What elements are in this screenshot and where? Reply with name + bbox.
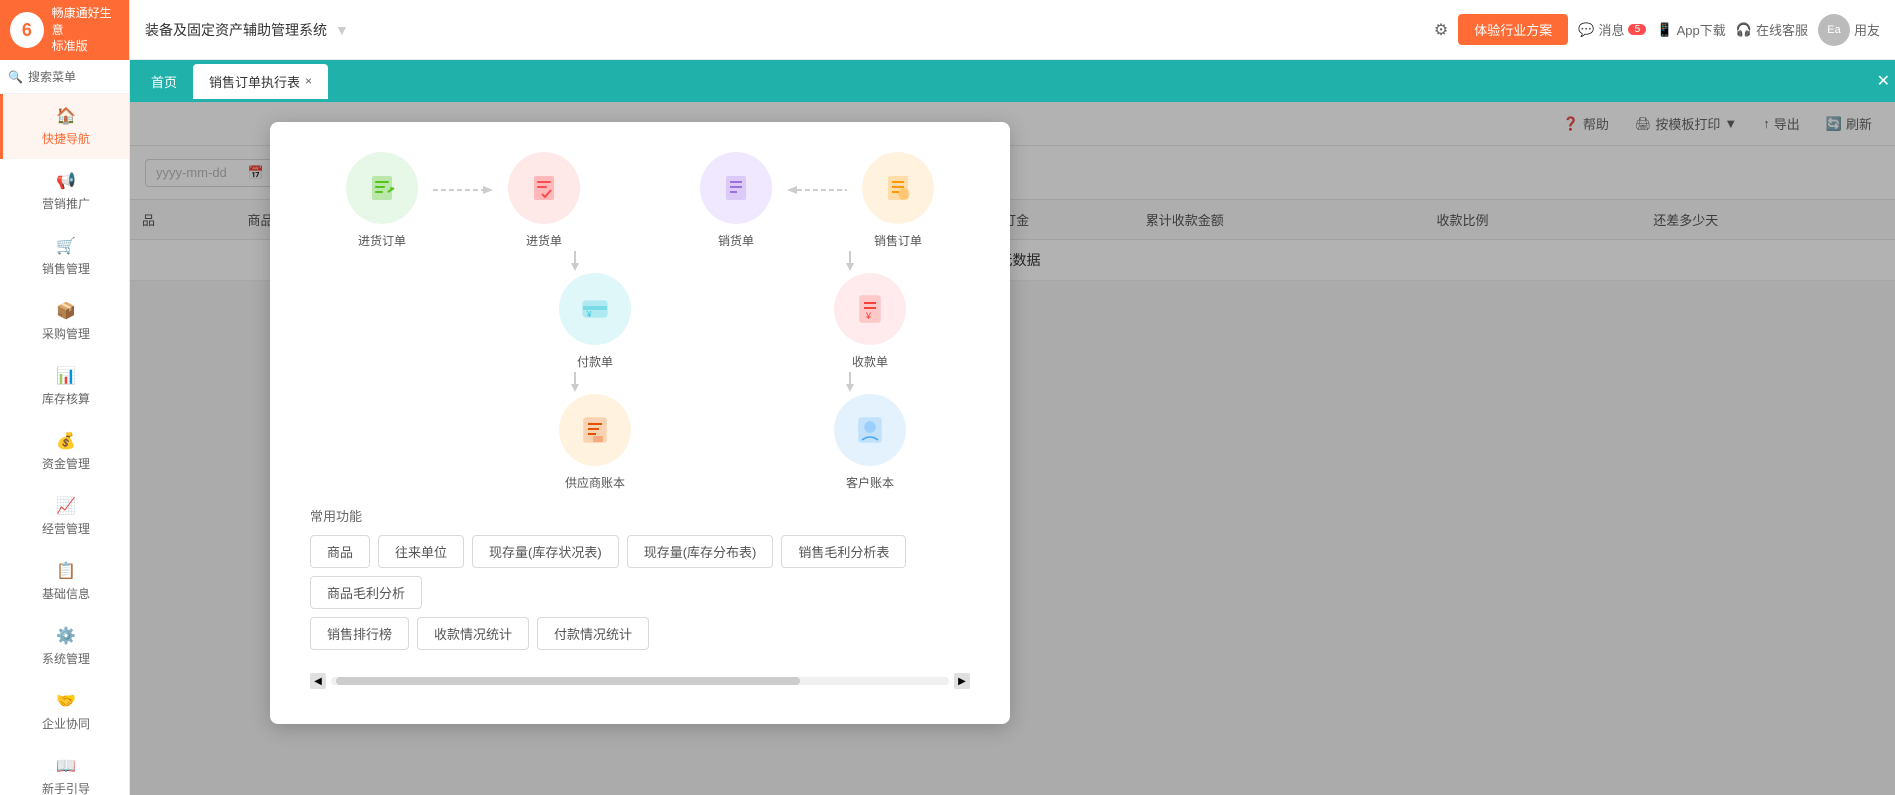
func-btn-inventory-status[interactable]: 现存量(库存状况表) (472, 535, 619, 568)
sidebar-search[interactable]: 🔍 搜索菜单 (0, 60, 129, 94)
page-area: ❓ 帮助 🖨 按模板打印 ▼ ↑ 导出 🔄 刷新 (130, 102, 1895, 795)
logo-text: 畅康通好生意 标准版 (52, 5, 119, 55)
sidebar-item-enterprise[interactable]: 🤝 企业协同 (0, 679, 129, 744)
common-functions: 常用功能 商品 往来单位 现存量(库存状况表) 现存量(库存分布表) 销售毛利分… (310, 491, 970, 668)
supplier-account-icon (559, 394, 631, 466)
sidebar: 6 畅康通好生意 标准版 🔍 搜索菜单 🏠 快捷导航 📢 营销推广 🛒 销售管理 (0, 0, 130, 795)
dropdown-arrow-icon[interactable]: ▼ (335, 22, 349, 38)
system-name: 装备及固定资产辅助管理系统 ▼ (145, 20, 1424, 40)
main-content: 装备及固定资产辅助管理系统 ▼ ⚙ 体验行业方案 💬 消息 5 📱 App下载 … (130, 0, 1895, 795)
topbar: 装备及固定资产辅助管理系统 ▼ ⚙ 体验行业方案 💬 消息 5 📱 App下载 … (130, 0, 1895, 60)
sidebar-item-sys-mgmt[interactable]: ⚙️ 系统管理 (0, 614, 129, 679)
headset-icon: 🎧 (1736, 22, 1752, 38)
sys-mgmt-icon: ⚙️ (56, 626, 76, 646)
flow-item-sales-bill[interactable]: 销货单 (700, 152, 772, 249)
avatar: Ea (1818, 14, 1850, 46)
scroll-left-btn[interactable]: ◀ (310, 673, 326, 689)
phone-icon: 📱 (1656, 22, 1672, 38)
func-btn-product-profit[interactable]: 商品毛利分析 (310, 576, 422, 609)
flow-item-customer-account[interactable]: 客户账本 (834, 394, 906, 491)
func-btn-partners[interactable]: 往来单位 (378, 535, 464, 568)
customer-account-icon (834, 394, 906, 466)
modal-scrollbar-area: ◀ ▶ (310, 668, 970, 694)
sidebar-item-operations[interactable]: 📈 经营管理 (0, 484, 129, 549)
flow-diagram: 进货订单 (310, 152, 970, 491)
basic-info-icon: 📋 (56, 561, 76, 581)
sales-icon: 🛒 (56, 236, 76, 256)
sales-order-icon (862, 152, 934, 224)
home-icon: 🏠 (56, 106, 76, 126)
flow-item-receipt[interactable]: ¥ 收款单 (834, 273, 906, 370)
sidebar-item-guide[interactable]: 📖 新手引导 (0, 744, 129, 795)
sidebar-item-inventory[interactable]: 📊 库存核算 (0, 354, 129, 419)
func-btn-payment-stats[interactable]: 付款情况统计 (537, 617, 649, 650)
func-btn-product[interactable]: 商品 (310, 535, 370, 568)
sales-bill-icon (700, 152, 772, 224)
scroll-right-btn[interactable]: ▶ (954, 673, 970, 689)
sidebar-item-marketing[interactable]: 📢 营销推广 (0, 159, 129, 224)
func-btn-receipt-stats[interactable]: 收款情况统计 (417, 617, 529, 650)
func-btn-sales-profit[interactable]: 销售毛利分析表 (781, 535, 906, 568)
message-btn[interactable]: 💬 消息 5 (1578, 20, 1646, 39)
modal: 进货订单 (270, 122, 1010, 724)
sidebar-item-basic-info[interactable]: 📋 基础信息 (0, 549, 129, 614)
common-funcs-title: 常用功能 (310, 506, 970, 525)
finance-icon: 💰 (56, 431, 76, 451)
sidebar-nav: 🏠 快捷导航 📢 营销推广 🛒 销售管理 📦 采购管理 📊 库存核算 💰 (0, 94, 129, 795)
sidebar-logo: 6 畅康通好生意 标准版 (0, 0, 129, 60)
svg-text:¥: ¥ (586, 310, 592, 319)
close-all-tabs-icon[interactable]: ✕ (1877, 71, 1890, 91)
receipt-icon: ¥ (834, 273, 906, 345)
logo-icon: 6 (10, 12, 44, 48)
inventory-icon: 📊 (56, 366, 76, 386)
flow-item-purchase-order[interactable]: 进货订单 (346, 152, 418, 249)
app-download-btn[interactable]: 📱 App下载 (1656, 20, 1725, 39)
purchase-icon: 📦 (56, 301, 76, 321)
func-buttons-row1: 商品 往来单位 现存量(库存状况表) 现存量(库存分布表) 销售毛利分析表 商品… (310, 535, 970, 609)
marketing-icon: 📢 (56, 171, 76, 191)
guide-icon: 📖 (56, 756, 76, 776)
sidebar-item-purchase[interactable]: 📦 采购管理 (0, 289, 129, 354)
purchase-order-icon (346, 152, 418, 224)
flow-item-purchase-bill[interactable]: 进货单 (508, 152, 580, 249)
sidebar-item-finance[interactable]: 💰 资金管理 (0, 419, 129, 484)
svg-text:¥: ¥ (865, 311, 872, 321)
func-buttons-row2: 销售排行榜 收款情况统计 付款情况统计 (310, 617, 970, 650)
search-icon: 🔍 (8, 70, 23, 84)
modal-overlay: 进货订单 (130, 102, 1895, 795)
scroll-thumb (336, 677, 800, 685)
operations-icon: 📈 (56, 496, 76, 516)
func-btn-sales-rank[interactable]: 销售排行榜 (310, 617, 409, 650)
enterprise-icon: 🤝 (56, 691, 76, 711)
modal-inner: 进货订单 (270, 122, 1010, 724)
message-icon: 💬 (1578, 22, 1594, 38)
flow-item-payment[interactable]: ¥ 付款单 (559, 273, 631, 370)
sidebar-item-quick-nav[interactable]: 🏠 快捷导航 (0, 94, 129, 159)
tabs-bar: 首页 销售订单执行表 × ✕ (130, 60, 1895, 102)
tab-close-icon[interactable]: × (305, 74, 312, 88)
tab-home[interactable]: 首页 (135, 64, 193, 99)
func-btn-inventory-dist[interactable]: 现存量(库存分布表) (627, 535, 774, 568)
flow-item-sales-order[interactable]: 销售订单 (862, 152, 934, 249)
sidebar-item-sales[interactable]: 🛒 销售管理 (0, 224, 129, 289)
online-service-btn[interactable]: 🎧 在线客服 (1736, 20, 1808, 39)
scroll-track[interactable] (331, 677, 949, 685)
flow-item-supplier-account[interactable]: 供应商账本 (559, 394, 631, 491)
payment-icon: ¥ (559, 273, 631, 345)
settings-icon[interactable]: ⚙ (1434, 20, 1448, 40)
user-avatar[interactable]: Ea 用友 (1818, 14, 1880, 46)
experience-button[interactable]: 体验行业方案 (1458, 14, 1568, 45)
tab-sales-order-execution[interactable]: 销售订单执行表 × (193, 64, 328, 99)
purchase-bill-icon (508, 152, 580, 224)
